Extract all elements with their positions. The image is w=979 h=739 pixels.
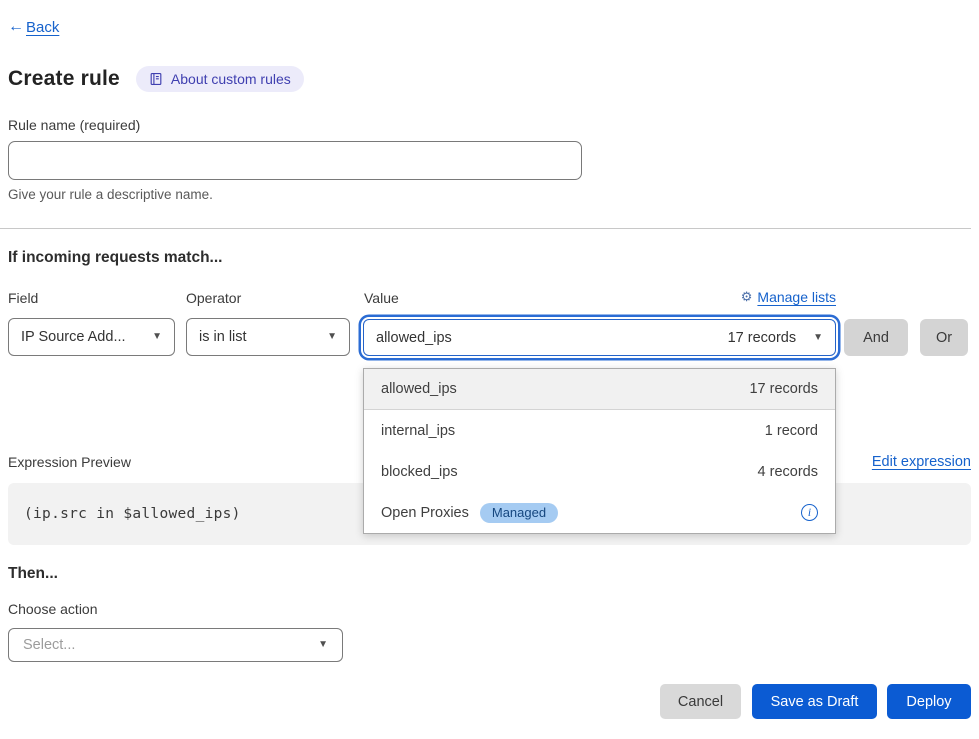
field-select-value: IP Source Add... bbox=[21, 329, 126, 345]
back-link[interactable]: ← Back bbox=[8, 18, 59, 36]
cancel-button[interactable]: Cancel bbox=[660, 684, 741, 719]
expression-code: (ip.src in $allowed_ips) bbox=[24, 506, 241, 522]
list-option-open-proxies[interactable]: Open Proxies Managed i bbox=[364, 492, 835, 533]
list-option-name: allowed_ips bbox=[381, 381, 457, 397]
caret-down-icon: ▼ bbox=[813, 333, 823, 343]
back-arrow-icon: ← bbox=[8, 18, 24, 36]
operator-select-value: is in list bbox=[199, 329, 247, 345]
managed-badge: Managed bbox=[480, 503, 558, 523]
rule-name-helper: Give your rule a descriptive name. bbox=[8, 187, 213, 202]
manage-lists-label: Manage lists bbox=[757, 289, 836, 305]
create-rule-page: ← Back Create rule About custom rules Ru… bbox=[0, 0, 979, 739]
list-option-records: 17 records bbox=[749, 381, 818, 397]
value-select[interactable]: allowed_ips 17 records ▼ bbox=[363, 319, 836, 356]
list-option-name: internal_ips bbox=[381, 423, 455, 439]
operator-label: Operator bbox=[186, 290, 241, 306]
manage-lists-link[interactable]: ⚙ Manage lists bbox=[729, 289, 836, 305]
choose-action-label: Choose action bbox=[8, 601, 98, 617]
operator-select[interactable]: is in list ▼ bbox=[186, 318, 350, 356]
value-select-records: 17 records bbox=[728, 330, 797, 346]
edit-expression-link[interactable]: Edit expression bbox=[872, 454, 971, 470]
caret-down-icon: ▼ bbox=[152, 332, 162, 342]
field-select[interactable]: IP Source Add... ▼ bbox=[8, 318, 175, 356]
list-option-blocked-ips[interactable]: blocked_ips 4 records bbox=[364, 451, 835, 492]
list-option-records: 1 record bbox=[765, 423, 818, 439]
value-select-name: allowed_ips bbox=[376, 330, 452, 346]
list-option-name: Open Proxies bbox=[381, 505, 469, 521]
list-option-internal-ips[interactable]: internal_ips 1 record bbox=[364, 410, 835, 451]
or-button[interactable]: Or bbox=[920, 319, 968, 356]
page-title: Create rule bbox=[8, 67, 120, 91]
value-label: Value bbox=[364, 290, 399, 306]
list-option-allowed-ips[interactable]: allowed_ips 17 records bbox=[364, 369, 835, 410]
rule-name-input[interactable] bbox=[8, 141, 582, 180]
section-divider bbox=[0, 228, 971, 229]
action-select-placeholder: Select... bbox=[23, 637, 75, 653]
about-badge-label: About custom rules bbox=[171, 71, 291, 87]
gear-icon: ⚙ bbox=[741, 289, 753, 305]
then-section-heading: Then... bbox=[8, 565, 58, 583]
match-section-heading: If incoming requests match... bbox=[8, 249, 222, 267]
back-label: Back bbox=[26, 19, 59, 36]
info-icon[interactable]: i bbox=[801, 504, 818, 521]
list-option-name: blocked_ips bbox=[381, 464, 458, 480]
deploy-button[interactable]: Deploy bbox=[887, 684, 971, 719]
list-dropdown-panel: allowed_ips 17 records internal_ips 1 re… bbox=[363, 368, 836, 534]
book-icon bbox=[149, 72, 163, 86]
rule-name-label: Rule name (required) bbox=[8, 117, 140, 133]
caret-down-icon: ▼ bbox=[327, 332, 337, 342]
expression-preview-label: Expression Preview bbox=[8, 454, 131, 470]
and-button[interactable]: And bbox=[844, 319, 908, 356]
action-select[interactable]: Select... ▼ bbox=[8, 628, 343, 662]
save-as-draft-button[interactable]: Save as Draft bbox=[752, 684, 877, 719]
title-row: Create rule About custom rules bbox=[8, 66, 304, 92]
caret-down-icon: ▼ bbox=[318, 640, 328, 650]
field-label: Field bbox=[8, 290, 38, 306]
list-option-records: 4 records bbox=[758, 464, 818, 480]
about-custom-rules-link[interactable]: About custom rules bbox=[136, 66, 304, 92]
